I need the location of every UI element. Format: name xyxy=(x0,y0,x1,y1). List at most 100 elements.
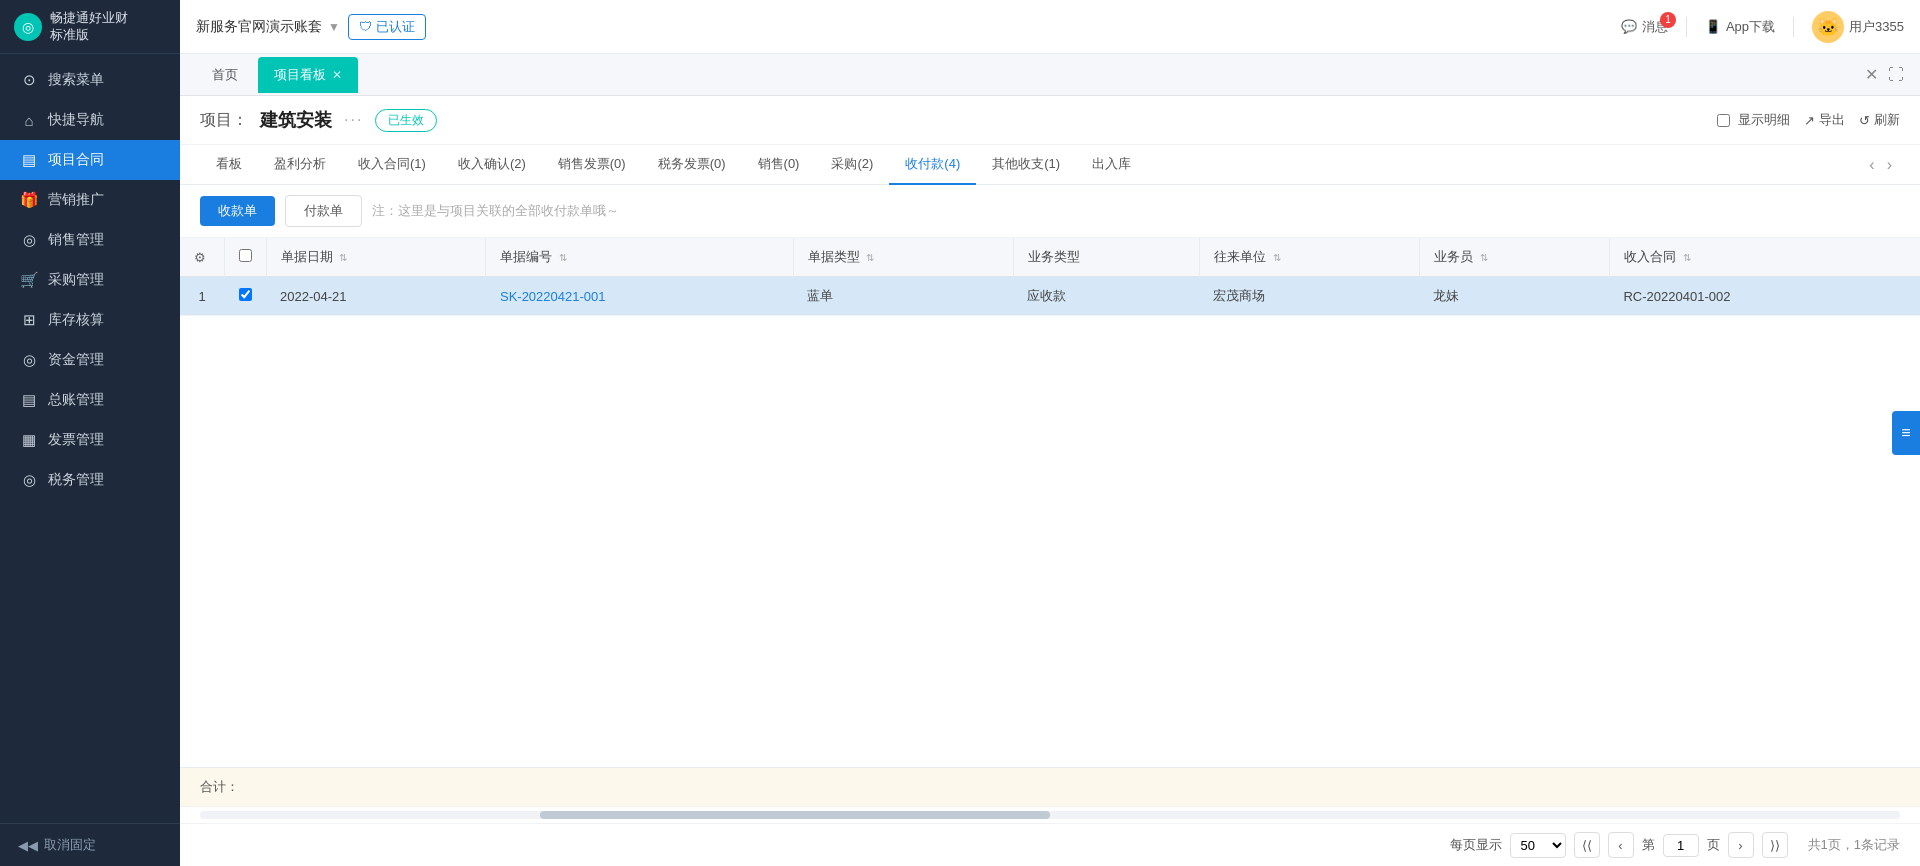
prev-page-button[interactable]: ‹ xyxy=(1608,832,1634,858)
subtab-sales-invoice[interactable]: 销售发票(0) xyxy=(542,145,642,185)
user-menu[interactable]: 🐱 用户3355 xyxy=(1812,11,1904,43)
window-controls: ✕ ⛶ xyxy=(1865,65,1904,84)
sidebar-item-inventory[interactable]: ⊞ 库存核算 xyxy=(0,300,180,340)
sidebar-item-label: 库存核算 xyxy=(48,311,104,329)
sidebar: ◎ 畅捷通好业财 标准版 ⊙ 搜索菜单 ⌂ 快捷导航 ▤ 项目合同 🎁 营销推广… xyxy=(0,0,180,866)
th-number-label: 单据编号 xyxy=(500,249,552,264)
message-button[interactable]: 💬 消息 1 xyxy=(1621,18,1668,36)
row-select-checkbox[interactable] xyxy=(239,288,252,301)
row-checkbox[interactable] xyxy=(224,277,266,316)
th-partner-label: 往来单位 xyxy=(1214,249,1266,264)
divider xyxy=(1686,17,1687,37)
payment-tab-button[interactable]: 付款单 xyxy=(285,195,362,227)
th-checkbox[interactable] xyxy=(224,238,266,277)
tab-home[interactable]: 首页 xyxy=(196,57,254,93)
sidebar-unpin-button[interactable]: ◀◀ 取消固定 xyxy=(0,823,180,866)
sidebar-item-purchase-mgmt[interactable]: 🛒 采购管理 xyxy=(0,260,180,300)
app-edition: 标准版 xyxy=(50,27,128,44)
th-settings[interactable]: ⚙ xyxy=(180,238,224,277)
account-name: 新服务官网演示账套 xyxy=(196,18,322,36)
row-biz-type: 应收款 xyxy=(1013,277,1199,316)
table-row[interactable]: 1 2022-04-21 SK-20220421-001 蓝单 应收款 宏茂商场… xyxy=(180,277,1920,316)
window-maximize-icon[interactable]: ⛶ xyxy=(1888,66,1904,84)
sidebar-item-ledger[interactable]: ▤ 总账管理 xyxy=(0,380,180,420)
account-selector[interactable]: 新服务官网演示账套 ▼ xyxy=(196,18,340,36)
shield-icon: 🛡 xyxy=(359,19,372,34)
tab-close-icon[interactable]: ✕ xyxy=(332,68,342,82)
project-title: 建筑安装 xyxy=(260,108,332,132)
column-settings-icon[interactable]: ⚙ xyxy=(194,250,206,265)
subtab-other-expense[interactable]: 其他收支(1) xyxy=(976,145,1076,185)
sort-icon[interactable]: ⇅ xyxy=(1273,252,1281,263)
scrollbar-thumb[interactable] xyxy=(540,811,1050,819)
sidebar-item-label: 搜索菜单 xyxy=(48,71,104,89)
subtab-sales[interactable]: 销售(0) xyxy=(742,145,816,185)
sort-icon[interactable]: ⇅ xyxy=(866,252,874,263)
divider2 xyxy=(1793,17,1794,37)
sidebar-item-sales-mgmt[interactable]: ◎ 销售管理 xyxy=(0,220,180,260)
refresh-icon: ↺ xyxy=(1859,113,1870,128)
subtab-board[interactable]: 看板 xyxy=(200,145,258,185)
tab-project-board[interactable]: 项目看板 ✕ xyxy=(258,57,358,93)
sidebar-item-search[interactable]: ⊙ 搜索菜单 xyxy=(0,60,180,100)
receipt-tab-button[interactable]: 收款单 xyxy=(200,196,275,226)
row-number-link[interactable]: SK-20220421-001 xyxy=(500,289,606,304)
topbar-left: 新服务官网演示账套 ▼ 🛡 已认证 xyxy=(196,14,426,40)
next-page-button[interactable]: › xyxy=(1728,832,1754,858)
quick-panel-button[interactable]: ≡ xyxy=(1892,411,1920,455)
subtab-receipt[interactable]: 收付款(4) xyxy=(889,145,976,185)
subtab-scroll-left-icon[interactable]: ‹ xyxy=(1865,152,1878,178)
sort-icon[interactable]: ⇅ xyxy=(1480,252,1488,263)
project-more-icon[interactable]: ··· xyxy=(344,111,363,129)
invoice-icon: ▦ xyxy=(18,431,40,449)
topbar-right: 💬 消息 1 📱 App下载 🐱 用户3355 xyxy=(1621,11,1904,43)
sidebar-item-quick-nav[interactable]: ⌂ 快捷导航 xyxy=(0,100,180,140)
subtab-income-contract[interactable]: 收入合同(1) xyxy=(342,145,442,185)
sidebar-item-marketing[interactable]: 🎁 营销推广 xyxy=(0,180,180,220)
first-page-button[interactable]: ⟨⟨ xyxy=(1574,832,1600,858)
finance-icon: ◎ xyxy=(18,351,40,369)
show-detail-label: 显示明细 xyxy=(1738,111,1790,129)
show-detail-checkbox[interactable] xyxy=(1717,114,1730,127)
subtab-tax-invoice[interactable]: 税务发票(0) xyxy=(642,145,742,185)
user-label: 用户3355 xyxy=(1849,18,1904,36)
subtab-income-confirm[interactable]: 收入确认(2) xyxy=(442,145,542,185)
sidebar-item-label: 快捷导航 xyxy=(48,111,104,129)
project-label: 项目： xyxy=(200,110,248,131)
row-type: 蓝单 xyxy=(793,277,1013,316)
sidebar-item-label: 税务管理 xyxy=(48,471,104,489)
sidebar-item-invoice[interactable]: ▦ 发票管理 xyxy=(0,420,180,460)
th-partner: 往来单位 ⇅ xyxy=(1199,238,1419,277)
th-date: 单据日期 ⇅ xyxy=(266,238,486,277)
subtab-scroll-right-icon[interactable]: › xyxy=(1883,152,1896,178)
sidebar-item-project-contract[interactable]: ▤ 项目合同 xyxy=(0,140,180,180)
last-page-button[interactable]: ⟩⟩ xyxy=(1762,832,1788,858)
export-label: 导出 xyxy=(1819,111,1845,129)
subtab-purchase[interactable]: 采购(2) xyxy=(815,145,889,185)
sort-icon[interactable]: ⇅ xyxy=(559,252,567,263)
search-menu-icon: ⊙ xyxy=(18,71,40,89)
sidebar-item-label: 发票管理 xyxy=(48,431,104,449)
unpin-icon: ◀◀ xyxy=(18,838,38,853)
select-all-checkbox[interactable] xyxy=(239,249,252,262)
filter-row: 收款单 付款单 注：这里是与项目关联的全部收付款单哦～ xyxy=(180,185,1920,238)
th-type-label: 单据类型 xyxy=(808,249,860,264)
subtab-in-out[interactable]: 出入库 xyxy=(1076,145,1147,185)
sidebar-item-tax[interactable]: ◎ 税务管理 xyxy=(0,460,180,500)
sidebar-item-finance[interactable]: ◎ 资金管理 xyxy=(0,340,180,380)
tab-home-label: 首页 xyxy=(212,66,238,84)
window-close-icon[interactable]: ✕ xyxy=(1865,65,1878,84)
app-download-button[interactable]: 📱 App下载 xyxy=(1705,18,1775,36)
sort-icon[interactable]: ⇅ xyxy=(339,252,347,263)
page-size-select[interactable]: 50 100 200 xyxy=(1510,833,1566,858)
horizontal-scrollbar[interactable] xyxy=(200,811,1900,819)
page-label-prefix: 第 xyxy=(1642,836,1655,854)
marketing-icon: 🎁 xyxy=(18,191,40,209)
refresh-button[interactable]: ↺ 刷新 xyxy=(1859,111,1900,129)
export-button[interactable]: ↗ 导出 xyxy=(1804,111,1845,129)
sort-icon[interactable]: ⇅ xyxy=(1683,252,1691,263)
subtab-profit[interactable]: 盈利分析 xyxy=(258,145,342,185)
subtabs: 看板 盈利分析 收入合同(1) 收入确认(2) 销售发票(0) 税务发票(0) … xyxy=(180,145,1920,185)
show-detail-button[interactable]: 显示明细 xyxy=(1717,111,1790,129)
current-page-input[interactable] xyxy=(1663,834,1699,857)
